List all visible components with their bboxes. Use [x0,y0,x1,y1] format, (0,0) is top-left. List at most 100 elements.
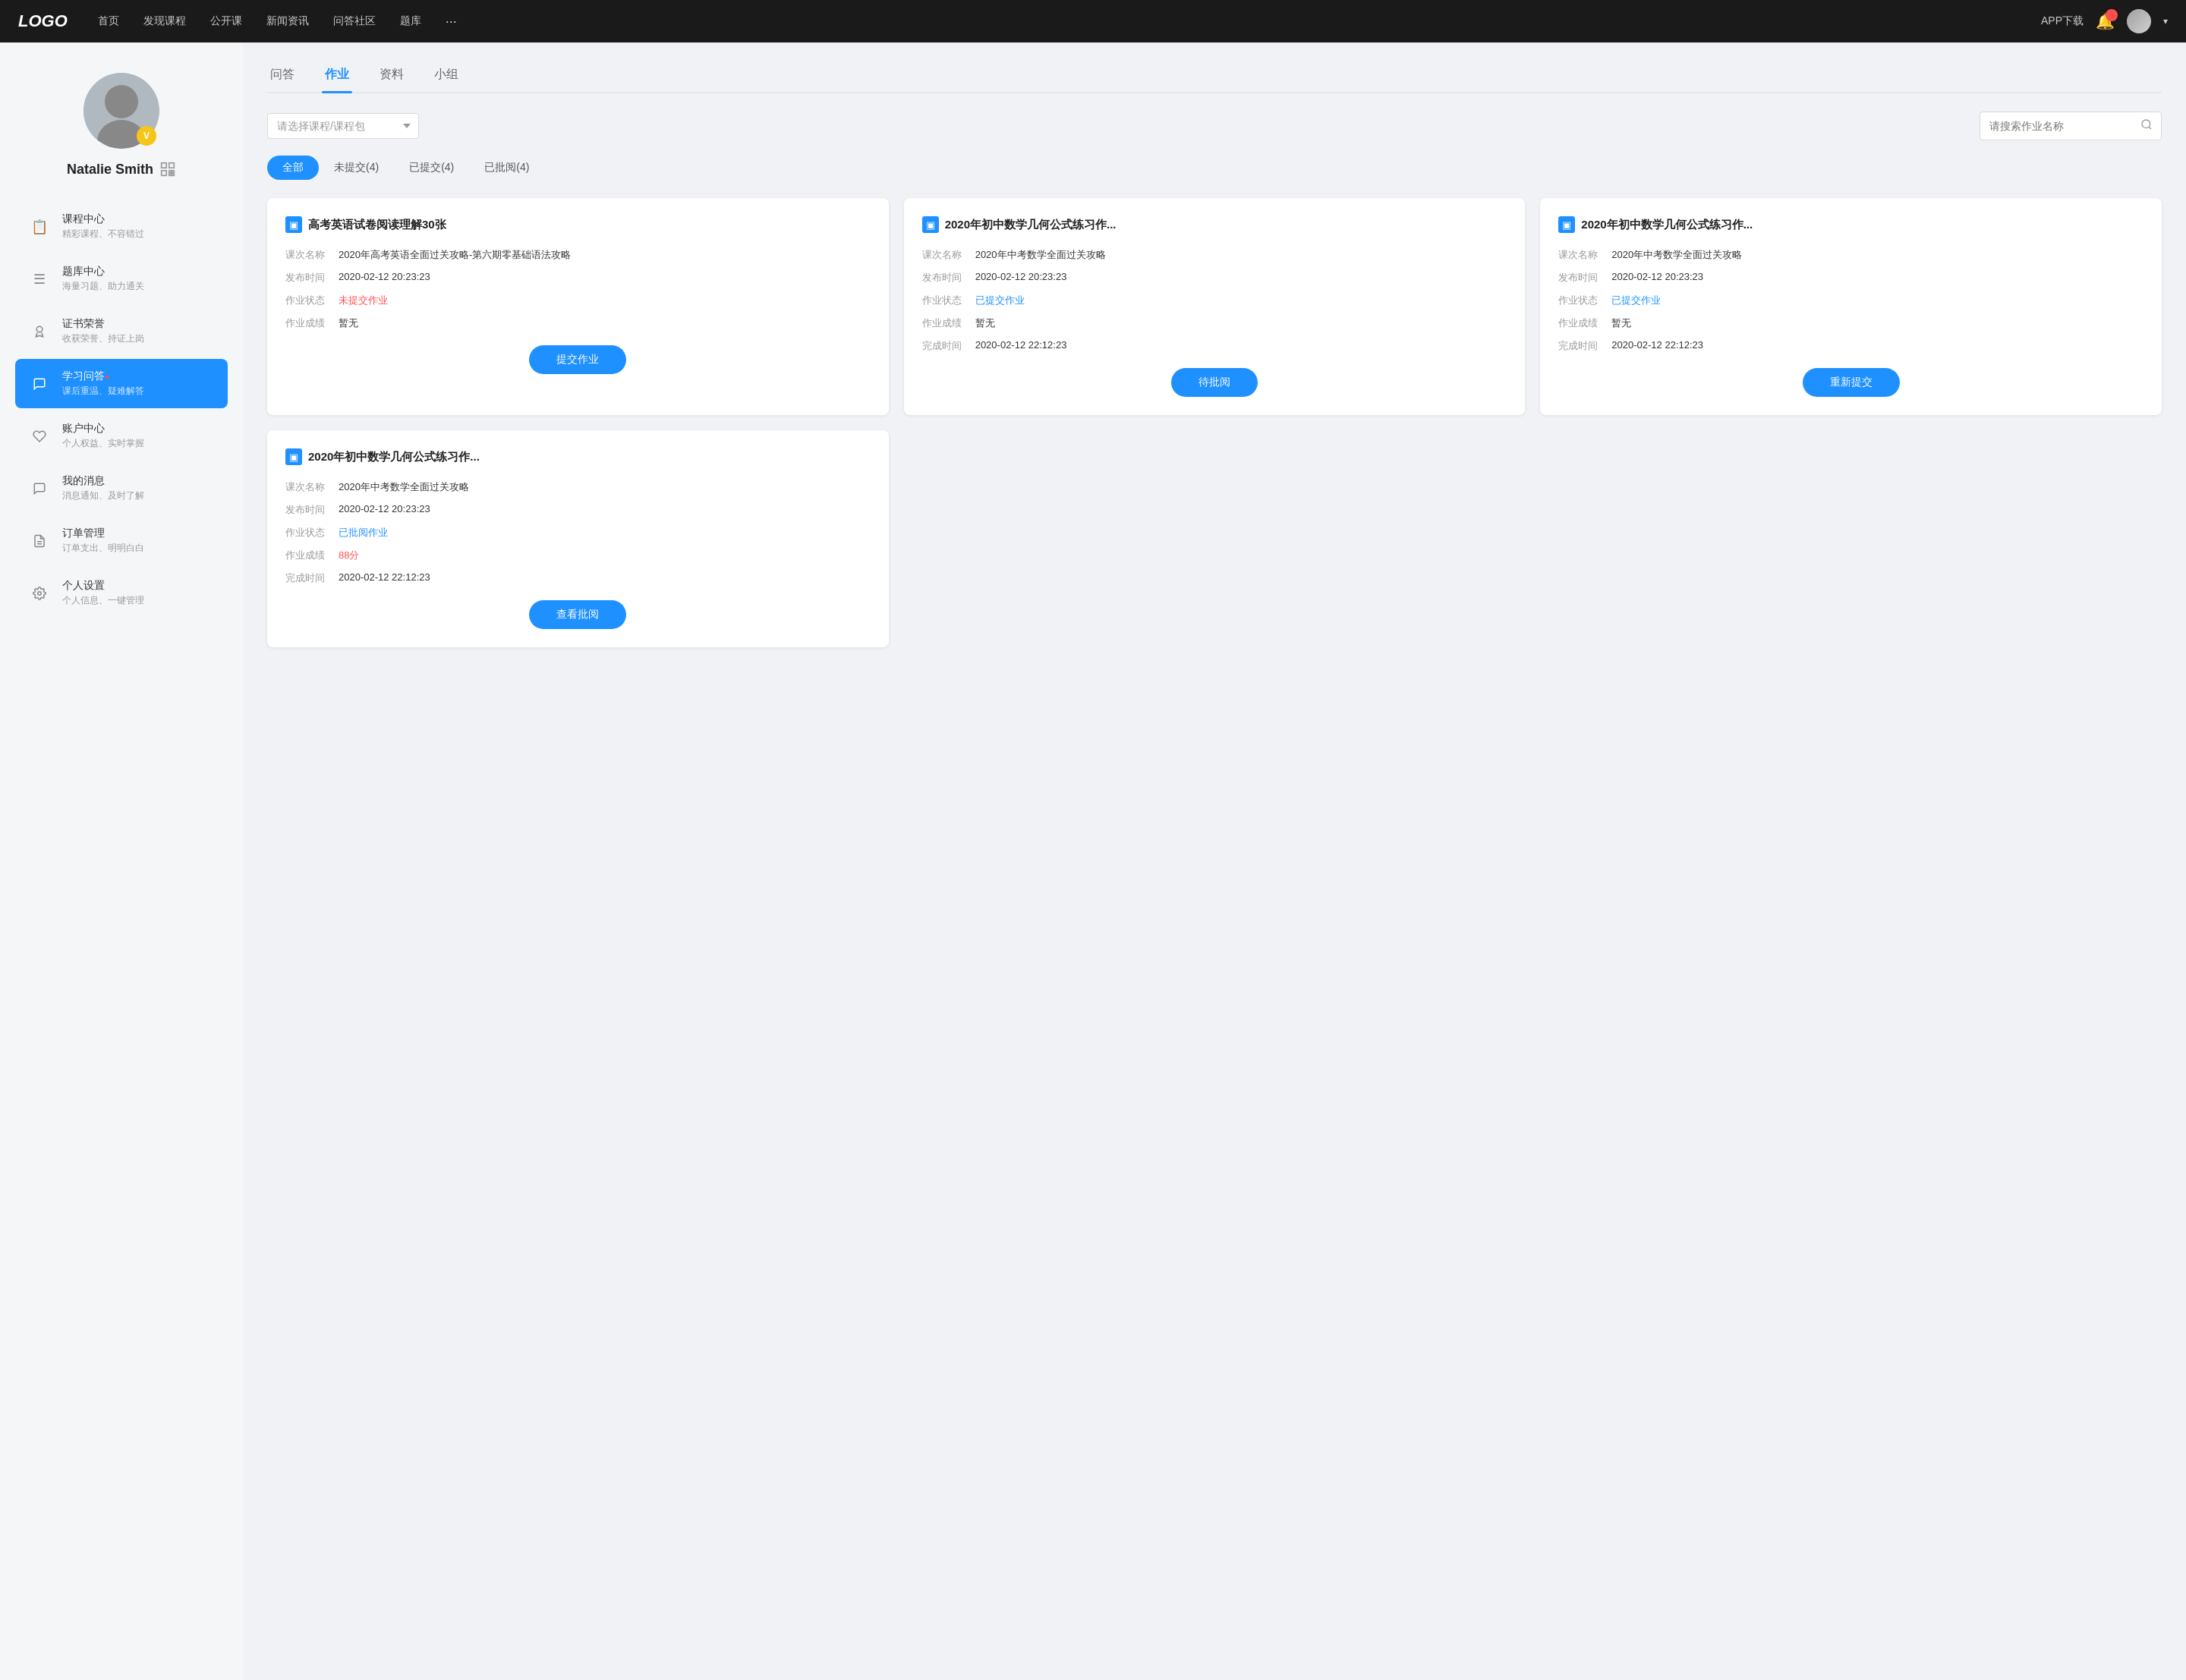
hw-label-time-1: 发布时间 [285,271,339,285]
svg-point-7 [36,326,43,332]
hw-value-course-3: 2020年中考数学全面过关攻略 [1611,248,2143,262]
sidebar-item-certificate[interactable]: 证书荣誉 收获荣誉、持证上岗 [15,307,228,356]
sidebar-item-question-bank[interactable]: ☰ 题库中心 海量习题、助力通关 [15,254,228,304]
sidebar-item-qa[interactable]: 学习问答● 课后重温、疑难解答 [15,359,228,408]
hw-value-complete-4: 2020-02-12 22:12:23 [339,571,871,585]
sidebar-item-messages[interactable]: 我的消息 消息通知、及时了解 [15,464,228,513]
hw-label-status-4: 作业状态 [285,526,339,540]
avatar[interactable] [2127,9,2151,33]
search-box [1980,112,2162,140]
svg-rect-0 [162,163,166,168]
svg-line-12 [2149,127,2151,129]
hw-card-2-footer: 待批阅 [922,368,1507,397]
username-text: Natalie Smith [67,162,153,178]
header: LOGO 首页 发现课程 公开课 新闻资讯 问答社区 题库 ··· APP下载 … [0,0,2186,42]
hw-label-complete-4: 完成时间 [285,571,339,585]
hw-label-score-2: 作业成绩 [922,316,975,330]
nav-qa[interactable]: 问答社区 [333,14,376,28]
hw-review-button-4[interactable]: 查看批阅 [529,600,626,629]
hw-row-time-3: 发布时间 2020-02-12 20:23:23 [1558,271,2143,285]
shield-icon-4: ▣ [285,448,302,465]
hw-value-time-3: 2020-02-12 20:23:23 [1611,271,2143,285]
tab-group[interactable]: 小组 [431,61,461,92]
app-download-button[interactable]: APP下载 [2041,14,2084,28]
status-tab-reviewed[interactable]: 已批阅(4) [469,156,544,180]
account-icon [27,424,52,448]
hw-row-course-3: 课次名称 2020年中考数学全面过关攻略 [1558,248,2143,262]
hw-card-2-header: ▣ 2020年初中数学几何公式练习作... [922,216,1507,233]
hw-value-course-2: 2020年中考数学全面过关攻略 [975,248,1507,262]
search-input[interactable] [1980,114,2131,138]
svg-rect-5 [169,174,172,176]
orders-icon [27,529,52,553]
hw-row-course-4: 课次名称 2020年中考数学全面过关攻略 [285,480,871,494]
notification-bell[interactable]: 🔔 [2096,12,2115,30]
homework-grid: ▣ 高考英语试卷阅读理解30张 课次名称 2020年高考英语全面过关攻略-第六期… [267,198,2162,647]
certificate-icon [27,319,52,344]
page-wrapper: V Natalie Smith 📋 课程中心 精彩课程、不容错过 ☰ [0,42,2186,1680]
hw-value-status-3: 已提交作业 [1611,294,2143,307]
hw-row-time-2: 发布时间 2020-02-12 20:23:23 [922,271,1507,285]
vip-badge: V [137,126,156,146]
hw-label-status-3: 作业状态 [1558,294,1611,307]
hw-row-time-1: 发布时间 2020-02-12 20:23:23 [285,271,871,285]
sidebar: V Natalie Smith 📋 课程中心 精彩课程、不容错过 ☰ [0,42,243,1680]
hw-row-complete-2: 完成时间 2020-02-12 22:12:23 [922,339,1507,353]
hw-value-status-1: 未提交作业 [339,294,871,307]
svg-rect-6 [172,174,175,176]
filter-left: 请选择课程/课程包 [267,113,419,139]
hw-card-3-footer: 重新提交 [1558,368,2143,397]
qr-icon[interactable] [159,161,176,178]
sidebar-item-settings[interactable]: 个人设置 个人信息、一键管理 [15,568,228,618]
hw-row-course-2: 课次名称 2020年中考数学全面过关攻略 [922,248,1507,262]
sidebar-item-course-center-title: 课程中心 [62,212,216,226]
sidebar-item-account[interactable]: 账户中心 个人权益、实时掌握 [15,411,228,461]
hw-row-time-4: 发布时间 2020-02-12 20:23:23 [285,503,871,517]
svg-point-10 [38,591,42,595]
header-right: APP下载 🔔 ▾ [2041,9,2168,33]
tab-homework[interactable]: 作业 [322,61,352,92]
sidebar-item-orders[interactable]: 订单管理 订单支出、明明白白 [15,516,228,565]
sidebar-item-settings-title: 个人设置 [62,579,216,593]
avatar-dropdown-arrow[interactable]: ▾ [2163,16,2168,27]
main-content: 问答 作业 资料 小组 请选择课程/课程包 全部 [243,42,2186,1680]
hw-resubmit-button-3[interactable]: 重新提交 [1803,368,1900,397]
course-select[interactable]: 请选择课程/课程包 [267,113,419,139]
hw-card-4-header: ▣ 2020年初中数学几何公式练习作... [285,448,871,465]
hw-label-score-4: 作业成绩 [285,549,339,562]
nav-news[interactable]: 新闻资讯 [266,14,309,28]
sidebar-item-course-center[interactable]: 📋 课程中心 精彩课程、不容错过 [15,202,228,251]
hw-row-course-1: 课次名称 2020年高考英语全面过关攻略-第六期零基础语法攻略 [285,248,871,262]
nav-discover[interactable]: 发现课程 [143,14,186,28]
hw-value-course-1: 2020年高考英语全面过关攻略-第六期零基础语法攻略 [339,248,871,262]
avatar-image [2127,9,2151,33]
logo[interactable]: LOGO [18,11,68,31]
sidebar-item-settings-sub: 个人信息、一键管理 [62,594,216,607]
hw-value-course-4: 2020年中考数学全面过关攻略 [339,480,871,494]
sidebar-menu: 📋 课程中心 精彩课程、不容错过 ☰ 题库中心 海量习题、助力通关 证书荣 [15,202,228,621]
hw-submit-button-1[interactable]: 提交作业 [529,345,626,374]
nav-more[interactable]: ··· [446,14,457,30]
settings-icon [27,581,52,606]
hw-row-status-1: 作业状态 未提交作业 [285,294,871,307]
sidebar-username: Natalie Smith [67,161,176,178]
status-tab-all[interactable]: 全部 [267,156,319,180]
tab-materials[interactable]: 资料 [376,61,407,92]
hw-row-complete-4: 完成时间 2020-02-12 22:12:23 [285,571,871,585]
sidebar-item-course-center-sub: 精彩课程、不容错过 [62,228,216,241]
hw-label-course-4: 课次名称 [285,480,339,494]
hw-value-time-2: 2020-02-12 20:23:23 [975,271,1507,285]
sidebar-item-account-title: 账户中心 [62,422,216,436]
tab-qa[interactable]: 问答 [267,61,298,92]
status-tab-submitted[interactable]: 已提交(4) [394,156,469,180]
course-center-icon: 📋 [27,215,52,239]
nav-home[interactable]: 首页 [98,14,119,28]
question-bank-icon: ☰ [27,267,52,291]
nav-open-course[interactable]: 公开课 [210,14,242,28]
hw-card-3-header: ▣ 2020年初中数学几何公式练习作... [1558,216,2143,233]
status-tab-unsubmit[interactable]: 未提交(4) [319,156,394,180]
hw-pending-button-2[interactable]: 待批阅 [1171,368,1258,397]
search-button[interactable] [2131,112,2162,140]
sidebar-item-messages-title: 我的消息 [62,474,216,488]
nav-question-bank[interactable]: 题库 [400,14,421,28]
